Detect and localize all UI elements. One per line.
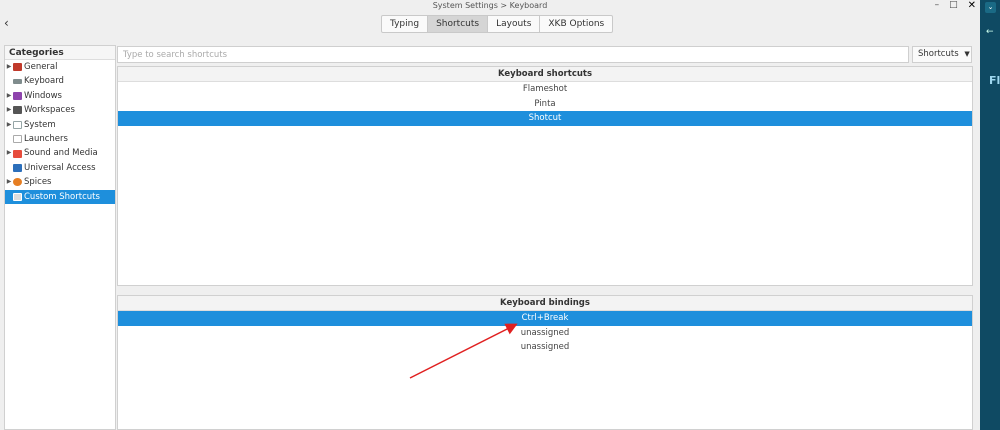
left-arrow-icon[interactable]: ← [986,27,994,37]
categories-sidebar: Categories ▶ General Keyboard ▶ Windows … [4,45,116,430]
tab-bar: Typing Shortcuts Layouts XKB Options [381,15,614,33]
search-row: Shortcuts ▼ [117,46,975,63]
accessibility-icon [13,163,22,172]
categories-header: Categories [5,46,115,60]
sidebar-item-universal-access[interactable]: Universal Access [5,161,115,175]
expand-arrow-icon[interactable]: ▶ [5,175,13,189]
sidebar-item-label: Sound and Media [24,148,98,159]
sidebar-item-keyboard[interactable]: Keyboard [5,74,115,88]
custom-shortcuts-icon [13,192,22,201]
sidebar-item-label: Windows [24,90,62,101]
sidebar-item-workspaces[interactable]: ▶ Workspaces [5,103,115,117]
expand-arrow-icon[interactable]: ▶ [5,60,13,74]
window-controls: – □ ✕ [935,0,976,11]
shortcuts-main: Shortcuts ▼ Keyboard shortcuts Flameshot… [117,45,975,430]
expand-arrow-icon[interactable]: ▶ [5,146,13,160]
tab-typing[interactable]: Typing [382,16,429,32]
background-desktop-strip: ⌄ ← Fla [980,0,1000,430]
maximize-button[interactable]: □ [949,0,958,11]
tab-layouts[interactable]: Layouts [488,16,541,32]
expand-arrow-icon[interactable]: ▶ [5,89,13,103]
dropdown-label: Shortcuts [918,49,959,59]
back-arrow-icon[interactable]: ‹ [4,16,16,30]
sidebar-item-system[interactable]: ▶ System [5,118,115,132]
binding-row[interactable]: Ctrl+Break [118,311,972,326]
launchers-icon [13,135,22,144]
sidebar-item-launchers[interactable]: Launchers [5,132,115,146]
window-title: System Settings > Keyboard [432,1,548,10]
shortcut-row[interactable]: Pinta [118,97,972,112]
general-icon [13,63,22,72]
settings-window: System Settings > Keyboard – □ ✕ ‹ Typin… [0,0,980,430]
binding-row[interactable]: unassigned [118,326,972,341]
shortcut-row[interactable]: Shotcut [118,111,972,126]
sidebar-item-label: Launchers [24,133,68,144]
expand-arrow-icon[interactable]: ▶ [5,103,13,117]
binding-row[interactable]: unassigned [118,340,972,355]
chevron-down-icon: ▼ [964,50,970,58]
sidebar-item-label: General [24,62,58,72]
tab-xkb-options[interactable]: XKB Options [540,16,612,32]
sidebar-item-label: Workspaces [24,105,75,116]
keyboard-shortcuts-panel: Keyboard shortcuts Flameshot Pinta Shotc… [117,66,973,286]
sound-icon [13,149,22,158]
background-window-text: Fla [989,74,1000,87]
windows-icon [13,91,22,100]
system-icon [13,120,22,129]
spices-icon [13,178,22,187]
expand-arrow-icon[interactable]: ▶ [5,118,13,132]
sidebar-item-label: System [24,119,56,130]
keyboard-bindings-panel: Keyboard bindings Ctrl+Break unassigned … [117,295,973,430]
keyboard-shortcuts-header: Keyboard shortcuts [118,67,972,82]
sidebar-item-custom-shortcuts[interactable]: Custom Shortcuts [5,189,115,204]
window-titlebar: System Settings > Keyboard – □ ✕ [0,0,980,11]
close-button[interactable]: ✕ [968,0,976,11]
minimize-button[interactable]: – [935,0,940,11]
keyboard-bindings-header: Keyboard bindings [118,296,972,311]
sidebar-item-spices[interactable]: ▶ Spices [5,175,115,189]
search-input[interactable] [117,46,909,63]
workspaces-icon [13,106,22,115]
sidebar-item-windows[interactable]: ▶ Windows [5,89,115,103]
tab-shortcuts[interactable]: Shortcuts [428,16,489,32]
sidebar-item-label: Universal Access [24,162,96,173]
keyboard-icon [13,79,22,85]
sidebar-item-label: Keyboard [24,76,64,87]
sidebar-item-label: Custom Shortcuts [24,191,100,202]
sidebar-item-sound-and-media[interactable]: ▶ Sound and Media [5,146,115,160]
sidebar-item-general[interactable]: ▶ General [5,60,115,74]
chevron-down-icon[interactable]: ⌄ [985,2,996,13]
shortcut-row[interactable]: Flameshot [118,82,972,97]
shortcuts-dropdown[interactable]: Shortcuts ▼ [912,46,972,63]
sidebar-item-label: Spices [24,177,52,188]
